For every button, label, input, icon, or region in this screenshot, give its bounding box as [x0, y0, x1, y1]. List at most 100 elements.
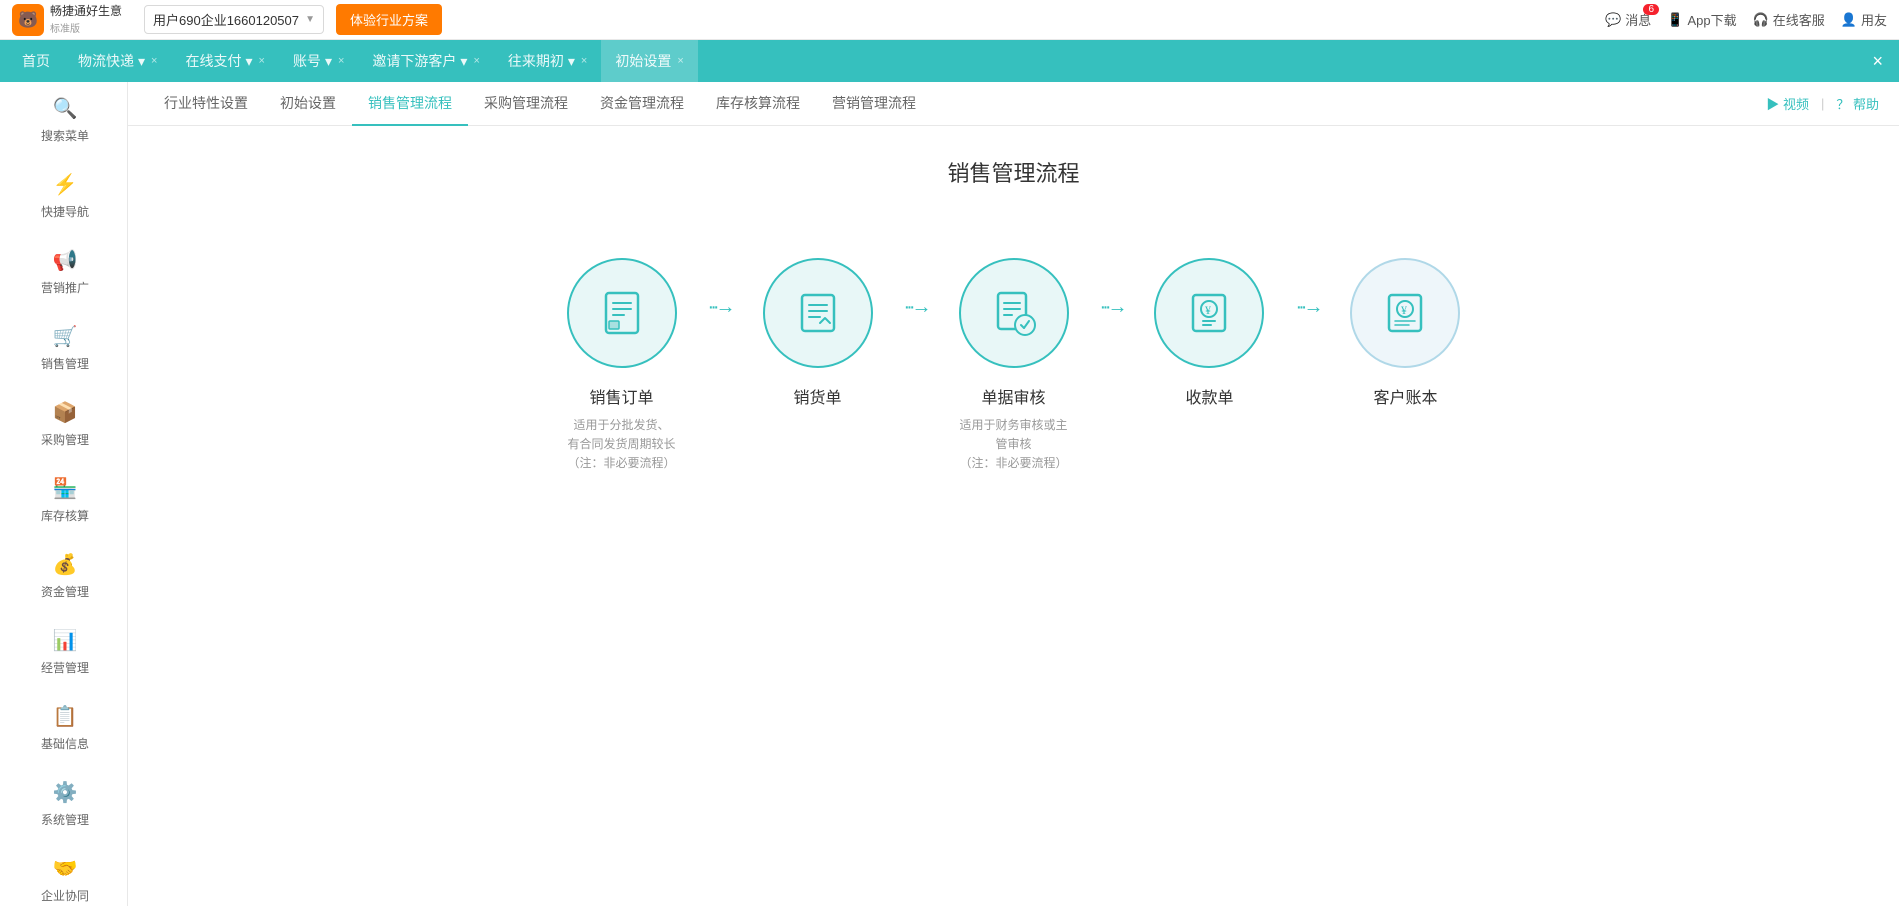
nav-close-all[interactable]: × [1864, 51, 1891, 72]
sidebar-item-operation[interactable]: 📊 经营管理 [0, 614, 127, 690]
system-icon: ⚙️ [53, 780, 78, 805]
sidebar-label-inventory: 库存核算 [41, 507, 89, 524]
subtab-finance-flow[interactable]: 资金管理流程 [584, 82, 700, 126]
subtab-purchase-flow[interactable]: 采购管理流程 [468, 82, 584, 126]
sidebar-item-quicknav[interactable]: ⚡ 快捷导航 [0, 158, 127, 234]
nav-account[interactable]: 账号 ▾ × [279, 40, 358, 82]
content-area: 行业特性设置 初始设置 销售管理流程 采购管理流程 资金管理流程 库存核算流程 … [128, 82, 1899, 906]
svg-text:¥: ¥ [1401, 303, 1407, 317]
message-badge: 6 [1643, 4, 1659, 15]
nav-invite-close[interactable]: × [473, 55, 479, 67]
flow-circle-receipt[interactable]: ¥ [1154, 258, 1264, 368]
nav-payment-dropdown-icon: ▾ [245, 53, 252, 70]
sidebar-item-inventory[interactable]: 🏪 库存核算 [0, 462, 127, 538]
nav-account-close[interactable]: × [338, 55, 344, 67]
sidebar-item-purchase[interactable]: 📦 采购管理 [0, 386, 127, 462]
user-label: 用户690企业1660120507 [153, 10, 299, 29]
logo-text: 畅捷通好生意 [50, 4, 122, 20]
flow-circle-audit[interactable] [959, 258, 1069, 368]
basic-icon: 📋 [53, 704, 78, 729]
user-menu-button[interactable]: 👤 用友 [1841, 10, 1887, 29]
avatar-icon: 👤 [1841, 12, 1857, 28]
online-service-button[interactable]: 🎧 在线客服 [1753, 10, 1825, 29]
sidebar-item-finance[interactable]: 💰 资金管理 [0, 538, 127, 614]
flow-item-audit: 单据审核 适用于财务审核或主管审核（注：非必要流程） [934, 258, 1094, 474]
flow-item-delivery: 销货单 [738, 258, 898, 416]
sidebar: 🔍 搜索菜单 ⚡ 快捷导航 📢 营销推广 🛒 销售管理 📦 采购管理 🏪 库存核… [0, 82, 128, 906]
flow-label-sales-order: 销售订单 [590, 384, 654, 408]
nav-period-label: 往来期初 [508, 51, 564, 71]
user-selector[interactable]: 用户690企业1660120507 ▼ [144, 5, 324, 34]
sidebar-label-collab: 企业协同 [41, 887, 89, 904]
sidebar-item-search[interactable]: 🔍 搜索菜单 [0, 82, 127, 158]
flow-item-receipt: ¥ 收款单 [1129, 258, 1289, 416]
flow-diagram: 销售订单 适用于分批发货、有合同发货周期较长（注：非必要流程） ···→ [168, 238, 1859, 494]
nav-initial-setup[interactable]: 初始设置 × [601, 40, 697, 82]
sidebar-label-operation: 经营管理 [41, 659, 89, 676]
sidebar-item-basic[interactable]: 📋 基础信息 [0, 690, 127, 766]
nav-payment-close[interactable]: × [259, 55, 265, 67]
nav-logistics-close[interactable]: × [151, 55, 157, 67]
subtab-inventory-flow[interactable]: 库存核算流程 [700, 82, 816, 126]
top-right-actions: 💬 消息 6 📱 App下载 🎧 在线客服 👤 用友 [1605, 10, 1887, 29]
subtab-right: ▶ 视频 | ？ 帮助 [1766, 94, 1879, 113]
nav-period-close[interactable]: × [581, 55, 587, 67]
sidebar-item-marketing[interactable]: 📢 营销推广 [0, 234, 127, 310]
app-download-button[interactable]: 📱 App下载 [1667, 10, 1736, 29]
flow-item-sales-order: 销售订单 适用于分批发货、有合同发货周期较长（注：非必要流程） [542, 258, 702, 474]
flow-arrow-1: ···→ [702, 296, 738, 319]
flow-circle-account[interactable]: ¥ [1350, 258, 1460, 368]
divider: | [1821, 96, 1824, 111]
subtab-industry[interactable]: 行业特性设置 [148, 82, 264, 126]
sidebar-item-sales[interactable]: 🛒 销售管理 [0, 310, 127, 386]
sidebar-item-collab[interactable]: 🤝 企业协同 [0, 842, 127, 906]
logo-sub: 标准版 [50, 20, 122, 35]
sidebar-label-system: 系统管理 [41, 811, 89, 828]
nav-period[interactable]: 往来期初 ▾ × [494, 40, 601, 82]
nav-initial-setup-label: 初始设置 [615, 51, 671, 71]
nav-account-label: 账号 [293, 51, 321, 71]
nav-payment[interactable]: 在线支付 ▾ × [171, 40, 278, 82]
nav-bar: 首页 物流快递 ▾ × 在线支付 ▾ × 账号 ▾ × 邀请下游客户 ▾ × 往… [0, 40, 1899, 82]
svg-text:¥: ¥ [1205, 303, 1211, 317]
headset-icon: 🎧 [1753, 12, 1769, 28]
nav-initial-setup-close[interactable]: × [677, 55, 683, 67]
flow-arrow-2: ···→ [898, 296, 934, 319]
flow-desc-audit: 适用于财务审核或主管审核（注：非必要流程） [959, 416, 1067, 474]
nav-period-dropdown-icon: ▾ [568, 53, 575, 70]
help-link[interactable]: ？ 帮助 [1836, 94, 1879, 113]
page-content: 销售管理流程 销售订单 适用于分批发货、有合同发货周期较长（ [128, 126, 1899, 524]
play-icon: ▶ [1766, 97, 1779, 112]
nav-home[interactable]: 首页 [8, 40, 64, 82]
message-icon: 💬 [1605, 12, 1621, 28]
flow-item-account: ¥ 客户账本 [1325, 258, 1485, 416]
nav-account-dropdown-icon: ▾ [325, 53, 332, 70]
phone-icon: 📱 [1667, 12, 1683, 28]
flow-circle-delivery[interactable] [763, 258, 873, 368]
inventory-icon: 🏪 [53, 476, 78, 501]
sidebar-label-purchase: 采购管理 [41, 431, 89, 448]
sidebar-label-marketing: 营销推广 [41, 279, 89, 296]
flow-circle-sales-order[interactable] [567, 258, 677, 368]
nav-logistics[interactable]: 物流快递 ▾ × [64, 40, 171, 82]
trial-button[interactable]: 体验行业方案 [336, 4, 442, 35]
nav-invite-label: 邀请下游客户 [372, 51, 456, 71]
sidebar-item-system[interactable]: ⚙️ 系统管理 [0, 766, 127, 842]
chevron-down-icon: ▼ [305, 14, 315, 25]
flow-arrow-3: ···→ [1094, 296, 1130, 319]
help-icon: ？ [1836, 97, 1849, 112]
marketing-icon: 📢 [53, 248, 78, 273]
messages-button[interactable]: 💬 消息 6 [1605, 10, 1651, 29]
sidebar-label-basic: 基础信息 [41, 735, 89, 752]
nav-logistics-label: 物流快递 [78, 51, 134, 71]
nav-invite[interactable]: 邀请下游客户 ▾ × [358, 40, 493, 82]
sidebar-label-search: 搜索菜单 [41, 127, 89, 144]
flow-arrow-4: ···→ [1289, 296, 1325, 319]
subtab-marketing-flow[interactable]: 营销管理流程 [816, 82, 932, 126]
sidebar-label-quicknav: 快捷导航 [41, 203, 89, 220]
main-layout: 🔍 搜索菜单 ⚡ 快捷导航 📢 营销推广 🛒 销售管理 📦 采购管理 🏪 库存核… [0, 82, 1899, 906]
flow-label-audit: 单据审核 [981, 384, 1045, 408]
video-link[interactable]: ▶ 视频 [1766, 94, 1809, 113]
subtab-initial[interactable]: 初始设置 [264, 82, 352, 126]
subtab-sales-flow[interactable]: 销售管理流程 [352, 82, 468, 126]
